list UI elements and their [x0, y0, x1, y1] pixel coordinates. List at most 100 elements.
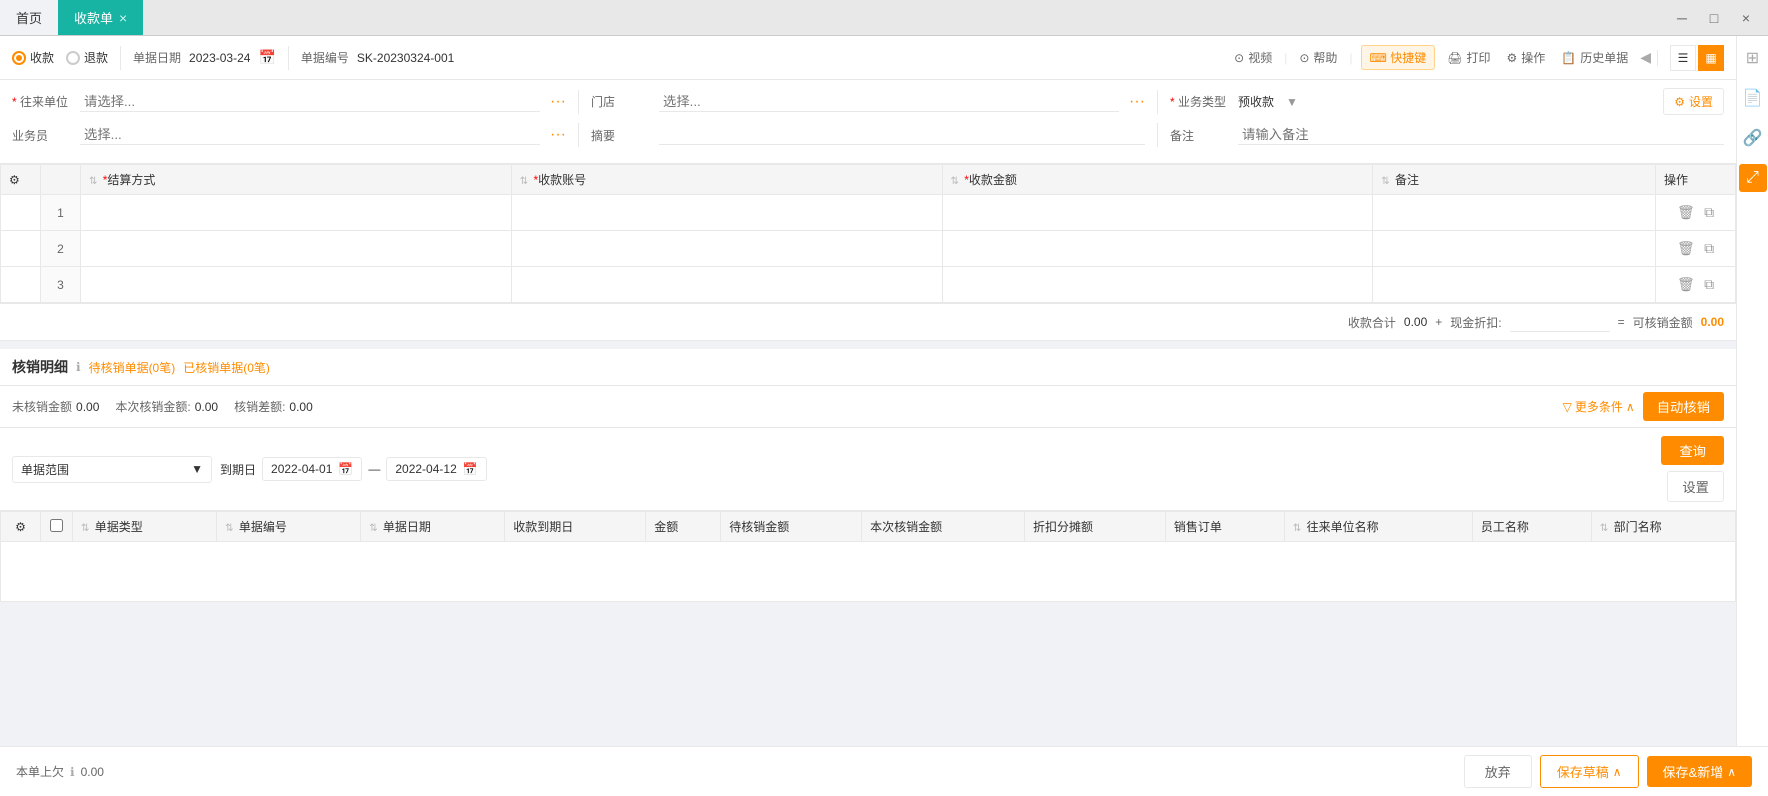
bth-number[interactable]: ⇅ 单据编号: [217, 512, 361, 542]
more-conditions-btn[interactable]: ▽ 更多条件 ∧: [1563, 398, 1635, 415]
discount-input[interactable]: [1510, 312, 1610, 332]
sidebar-doc-icon[interactable]: 📄: [1739, 84, 1767, 112]
partner-more-icon[interactable]: ···: [550, 93, 566, 111]
bth-sales-order[interactable]: 销售订单: [1165, 512, 1284, 542]
query-btn[interactable]: 查询: [1661, 436, 1724, 465]
bth-current[interactable]: 本次核销金额: [862, 512, 1025, 542]
bth-settings[interactable]: ⚙: [1, 512, 41, 542]
save-new-button[interactable]: 保存&新增 ∧: [1647, 756, 1752, 787]
settle-cell[interactable]: [81, 267, 512, 303]
refund-radio[interactable]: 退款: [66, 49, 108, 66]
th-account[interactable]: ⇅ *收款账号: [511, 165, 942, 195]
sidebar-table-icon[interactable]: ⊞: [1739, 44, 1767, 72]
amount-cell[interactable]: [942, 231, 1373, 267]
diff-stat: 核销差额: 0.00: [234, 398, 313, 415]
history-btn[interactable]: 📋 历史单据: [1557, 47, 1632, 68]
pending-tab[interactable]: 待核销单据(0笔): [89, 359, 176, 376]
business-type-dropdown-icon[interactable]: ▼: [1286, 95, 1298, 109]
staff-input[interactable]: [80, 125, 540, 145]
account-cell[interactable]: [511, 231, 942, 267]
tab-home[interactable]: 首页: [0, 0, 58, 35]
account-cell[interactable]: [511, 267, 942, 303]
close-button[interactable]: ×: [1732, 4, 1760, 32]
calendar-from-icon: 📅: [338, 462, 353, 476]
settings-button[interactable]: ⚙ 设置: [1663, 88, 1724, 115]
remark-cell[interactable]: [1373, 267, 1656, 303]
delete-icon[interactable]: 🗑: [1677, 276, 1695, 292]
divider-form-4: [1157, 123, 1158, 147]
reconcile-info-icon[interactable]: ℹ: [76, 360, 81, 374]
action-cell: 🗑 ⧉: [1656, 195, 1736, 231]
bth-type[interactable]: ⇅ 单据类型: [73, 512, 217, 542]
settle-cell[interactable]: [81, 231, 512, 267]
prev-arrow[interactable]: ◀: [1640, 49, 1651, 66]
shop-more-icon[interactable]: ···: [1129, 93, 1145, 111]
account-cell[interactable]: [511, 195, 942, 231]
sidebar-link-icon[interactable]: 🔗: [1739, 124, 1767, 152]
shop-input[interactable]: [659, 92, 1119, 112]
action-cell: 🗑 ⧉: [1656, 267, 1736, 303]
bth-pending[interactable]: 待核销金额: [721, 512, 862, 542]
save-draft-button[interactable]: 保存草稿 ∧: [1540, 755, 1639, 788]
th-settle[interactable]: ⇅ *结算方式: [81, 165, 512, 195]
date-from-input[interactable]: 2022-04-01 📅: [262, 457, 362, 481]
copy-icon[interactable]: ⧉: [1704, 276, 1714, 292]
maximize-button[interactable]: □: [1700, 4, 1728, 32]
th-amount[interactable]: ⇅ *收款金额: [942, 165, 1373, 195]
diff-val: 0.00: [289, 400, 312, 414]
date-to-input[interactable]: 2022-04-12 📅: [386, 457, 486, 481]
bth-partner[interactable]: ⇅ 往来单位名称: [1284, 512, 1472, 542]
remark-input[interactable]: [1238, 125, 1724, 145]
amount-cell[interactable]: [942, 267, 1373, 303]
amount-cell[interactable]: [942, 195, 1373, 231]
auto-reconcile-btn[interactable]: 自动核销: [1643, 392, 1724, 421]
row-settings-cell: [1, 267, 41, 303]
staff-more-icon[interactable]: ···: [550, 126, 566, 144]
copy-icon[interactable]: ⧉: [1704, 240, 1714, 256]
th-action: 操作: [1656, 165, 1736, 195]
abandon-button[interactable]: 放弃: [1464, 755, 1532, 788]
settle-cell[interactable]: [81, 195, 512, 231]
delete-icon[interactable]: 🗑: [1677, 204, 1695, 220]
set-btn[interactable]: 设置: [1667, 471, 1724, 502]
bth-staff[interactable]: 员工名称: [1472, 512, 1591, 542]
current-stat: 本次核销金额: 0.00: [115, 398, 218, 415]
print-btn[interactable]: 🖨 打印: [1443, 47, 1494, 68]
divider-1: [120, 46, 121, 70]
bth-dept[interactable]: ⇅ 部门名称: [1591, 512, 1735, 542]
help-btn[interactable]: ⊙ 帮助: [1295, 47, 1341, 68]
copy-icon[interactable]: ⧉: [1704, 204, 1714, 220]
partner-input[interactable]: [80, 92, 540, 112]
bth-date[interactable]: ⇅ 单据日期: [361, 512, 505, 542]
summary-label: 摘要: [591, 127, 651, 144]
range-select[interactable]: 单据范围 ▼: [12, 456, 212, 483]
operation-btn[interactable]: ⚙ 操作: [1502, 47, 1549, 68]
plus-sign: +: [1435, 315, 1442, 329]
receipt-radio-dot: [12, 51, 26, 65]
bth-due-date[interactable]: 收款到期日: [505, 512, 646, 542]
receipt-radio[interactable]: 收款: [12, 49, 54, 66]
select-all-checkbox[interactable]: [50, 519, 63, 532]
tab-current[interactable]: 收款单 ×: [58, 0, 143, 35]
save-draft-label: 保存草稿: [1557, 762, 1609, 781]
video-btn[interactable]: ⊙ 视频: [1230, 47, 1276, 68]
grid-view-btn[interactable]: ▦: [1698, 45, 1724, 71]
done-tab[interactable]: 已核销单据(0笔): [183, 359, 270, 376]
bth-discount[interactable]: 折扣分摊额: [1025, 512, 1166, 542]
sidebar-expand-icon[interactable]: ⤢: [1739, 164, 1767, 192]
bth-amount[interactable]: 金额: [646, 512, 721, 542]
remark-cell[interactable]: [1373, 231, 1656, 267]
bth-checkbox[interactable]: [41, 512, 73, 542]
shortcut-btn[interactable]: ⌨ 快捷键: [1361, 45, 1436, 70]
calendar-icon[interactable]: 📅: [258, 49, 275, 66]
th-remark[interactable]: ⇅ 备注: [1373, 165, 1656, 195]
tab-close-icon[interactable]: ×: [119, 10, 127, 26]
remark-cell[interactable]: [1373, 195, 1656, 231]
tab-current-label: 收款单: [74, 8, 113, 27]
right-sidebar: ⊞ 📄 🔗 ⤢: [1736, 36, 1768, 796]
delete-icon[interactable]: 🗑: [1677, 240, 1695, 256]
summary-input[interactable]: [659, 125, 1145, 145]
list-view-btn[interactable]: ☰: [1670, 45, 1696, 71]
minimize-button[interactable]: ─: [1668, 4, 1696, 32]
th-settings[interactable]: ⚙: [1, 165, 41, 195]
